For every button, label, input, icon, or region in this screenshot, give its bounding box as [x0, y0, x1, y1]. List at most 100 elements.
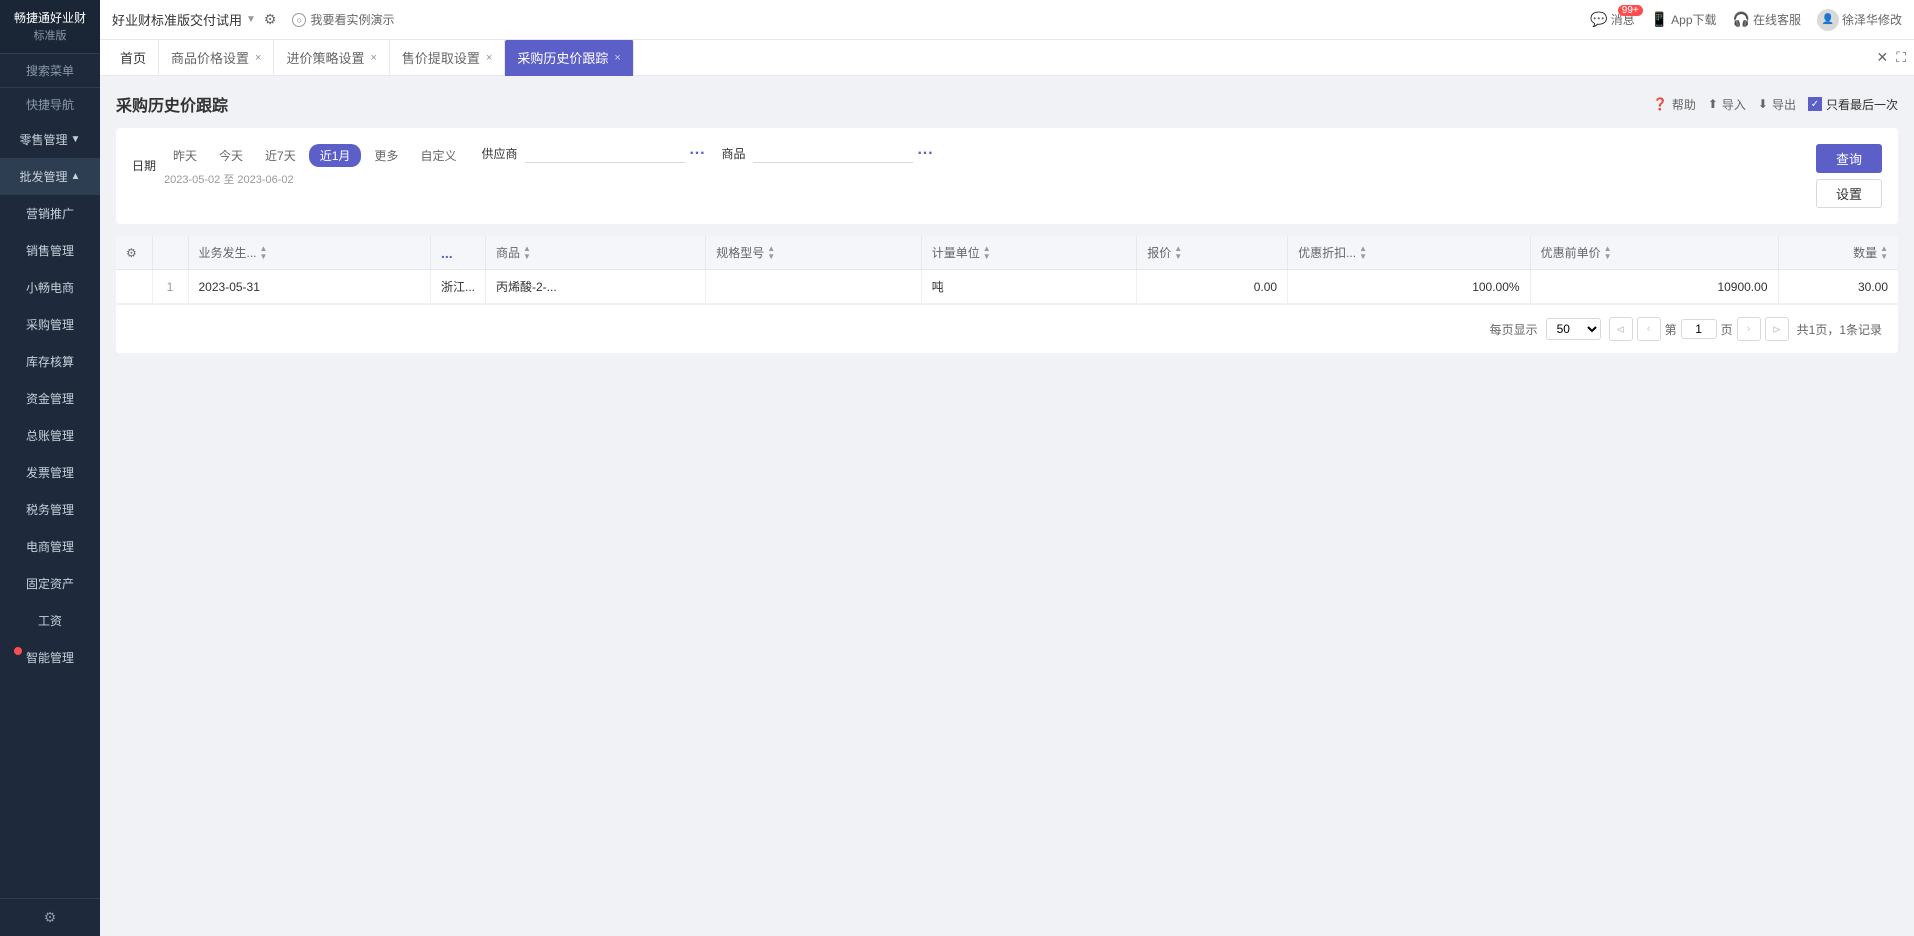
date-btn-last1month[interactable]: 近1月: [309, 144, 362, 167]
sidebar-gear-icon[interactable]: ⚙: [44, 909, 57, 925]
sort-icon-quantity: ▲▼: [1880, 245, 1888, 261]
sidebar-label-salary: 工资: [38, 612, 62, 629]
sidebar-item-sales[interactable]: 销售管理: [0, 232, 100, 269]
tab-purchase-strategy-close[interactable]: ×: [370, 52, 376, 64]
sidebar-item-accounting[interactable]: 总账管理: [0, 417, 100, 454]
topbar-version[interactable]: 好业财标准版交付试用 ▼: [112, 10, 256, 29]
export-action[interactable]: ⬇ 导出: [1758, 96, 1796, 113]
page-first-btn[interactable]: ⊲: [1609, 317, 1633, 341]
app-icon: 📱: [1651, 11, 1668, 28]
sidebar-item-ecommerce-small[interactable]: 小畅电商: [0, 269, 100, 306]
sidebar-item-inventory[interactable]: 库存核算: [0, 343, 100, 380]
page-prev-btn[interactable]: ‹: [1637, 317, 1661, 341]
query-button[interactable]: 查询: [1816, 144, 1882, 173]
tab-close-icon[interactable]: ✕: [1876, 49, 1888, 66]
sidebar-label-marketing: 营销推广: [26, 205, 74, 222]
sort-icon-spec: ▲▼: [767, 245, 775, 261]
topbar-msg[interactable]: 💬 消息 99+: [1590, 11, 1634, 28]
tab-purchase-strategy[interactable]: 进价策略设置 ×: [274, 40, 389, 76]
th-product-label: 商品: [496, 244, 520, 261]
msg-badge: 99+: [1618, 5, 1643, 16]
sidebar-quick-nav[interactable]: 快捷导航: [0, 88, 100, 121]
page-total-info: 共1页，1条记录: [1797, 321, 1882, 338]
topbar-settings-icon[interactable]: ⚙: [264, 11, 277, 28]
help-action[interactable]: ❓ 帮助: [1653, 96, 1696, 113]
sort-icon-discount: ▲▼: [1359, 245, 1367, 261]
date-btn-today[interactable]: 今天: [210, 144, 252, 167]
filter-actions: 查询 设置: [1816, 144, 1882, 208]
th-gear[interactable]: ⚙: [116, 236, 152, 270]
sidebar-item-tax[interactable]: 税务管理: [0, 491, 100, 528]
th-original-price[interactable]: 优惠前单价 ▲▼: [1530, 236, 1778, 270]
topbar-user[interactable]: 👤 徐泽华修改: [1817, 9, 1902, 31]
topbar-app[interactable]: 📱 App下载: [1651, 11, 1717, 28]
table-container: ⚙ 业务发生... ▲▼ ...: [116, 236, 1898, 304]
sidebar-item-ecommerce[interactable]: 电商管理: [0, 528, 100, 565]
product-more-btn[interactable]: ···: [917, 145, 933, 163]
sidebar-item-smart[interactable]: 智能管理: [0, 639, 100, 676]
sidebar-item-retail[interactable]: 零售管理 ▼: [0, 121, 100, 158]
sidebar-item-invoice[interactable]: 发票管理: [0, 454, 100, 491]
sidebar-item-salary[interactable]: 工资: [0, 602, 100, 639]
page-size-select[interactable]: 50 20 100: [1546, 318, 1601, 340]
th-more1[interactable]: ...: [430, 236, 485, 270]
tab-history-price-close[interactable]: ×: [614, 52, 620, 64]
th-quantity[interactable]: 数量 ▲▼: [1778, 236, 1898, 270]
topbar-demo[interactable]: ○ 我要看实例演示: [292, 11, 394, 28]
sidebar-label-fixed-assets: 固定资产: [26, 575, 74, 592]
sidebar-item-fixed-assets[interactable]: 固定资产: [0, 565, 100, 602]
data-table: ⚙ 业务发生... ▲▼ ...: [116, 236, 1898, 304]
sidebar-item-wholesale[interactable]: 批发管理 ▲: [0, 158, 100, 195]
th-date[interactable]: 业务发生... ▲▼: [188, 236, 430, 270]
sidebar-label-purchase: 采购管理: [26, 316, 74, 333]
only-last-checkbox[interactable]: ✓ 只看最后一次: [1808, 96, 1898, 113]
export-label: 导出: [1772, 96, 1796, 113]
cell-product: 丙烯酸-2-...: [486, 270, 706, 304]
tab-price[interactable]: 商品价格设置 ×: [159, 40, 274, 76]
filter-product-input[interactable]: [753, 144, 913, 163]
checkbox-box: ✓: [1808, 97, 1822, 111]
sidebar-item-marketing[interactable]: 营销推广: [0, 195, 100, 232]
page-number-input[interactable]: 1: [1681, 319, 1717, 339]
date-btn-custom[interactable]: 自定义: [411, 144, 465, 167]
date-btn-more[interactable]: 更多: [365, 144, 407, 167]
date-range: 2023-05-02 至 2023-06-02: [164, 171, 465, 187]
user-avatar: 👤: [1817, 9, 1839, 31]
tab-sell-price-close[interactable]: ×: [486, 52, 492, 64]
page-last-btn[interactable]: ⊳: [1765, 317, 1789, 341]
import-action[interactable]: ⬆ 导入: [1708, 96, 1746, 113]
date-btn-last7[interactable]: 近7天: [256, 144, 305, 167]
th-spec[interactable]: 规格型号 ▲▼: [706, 236, 922, 270]
cell-unit: 吨: [921, 270, 1137, 304]
th-spec-label: 规格型号: [716, 244, 764, 261]
topbar-service[interactable]: 🎧 在线客服: [1733, 11, 1801, 28]
page-header: 采购历史价跟踪 ❓ 帮助 ⬆ 导入 ⬇ 导出 ✓ 只: [116, 92, 1898, 116]
tab-history-price[interactable]: 采购历史价跟踪 ×: [505, 40, 633, 76]
sidebar-item-finance[interactable]: 资金管理: [0, 380, 100, 417]
topbar: 好业财标准版交付试用 ▼ ⚙ ○ 我要看实例演示 💬 消息 99+ 📱 App下…: [100, 0, 1914, 40]
sidebar-label-inventory: 库存核算: [26, 353, 74, 370]
supplier-more-btn[interactable]: ···: [689, 145, 705, 163]
tab-home[interactable]: 首页: [108, 40, 159, 76]
th-discount[interactable]: 优惠折扣... ▲▼: [1288, 236, 1530, 270]
settings-button[interactable]: 设置: [1816, 179, 1882, 208]
tab-price-close[interactable]: ×: [255, 52, 261, 64]
th-product[interactable]: 商品 ▲▼: [486, 236, 706, 270]
topbar-version-arrow: ▼: [246, 14, 256, 25]
page-next-btn[interactable]: ›: [1737, 317, 1761, 341]
filter-date: 日期 昨天 今天 近7天 近1月 更多 自定义 2023-05-02 至 202…: [132, 144, 465, 187]
sidebar-item-purchase[interactable]: 采购管理: [0, 306, 100, 343]
tab-sell-price-label: 售价提取设置: [402, 48, 480, 67]
sort-icon-price: ▲▼: [1174, 245, 1182, 261]
th-original-price-label: 优惠前单价: [1541, 244, 1601, 261]
sidebar-search[interactable]: 搜索菜单: [0, 54, 100, 88]
th-price[interactable]: 报价 ▲▼: [1137, 236, 1288, 270]
tab-expand-icon[interactable]: ⛶: [1896, 49, 1906, 66]
sidebar-label-accounting: 总账管理: [26, 427, 74, 444]
tab-sell-price[interactable]: 售价提取设置 ×: [390, 40, 505, 76]
sidebar-arrow-wholesale: ▲: [71, 171, 81, 182]
date-btn-yesterday[interactable]: 昨天: [164, 144, 206, 167]
filter-supplier-input[interactable]: [525, 144, 685, 163]
topbar-version-label: 好业财标准版交付试用: [112, 10, 242, 29]
th-unit[interactable]: 计量单位 ▲▼: [921, 236, 1137, 270]
